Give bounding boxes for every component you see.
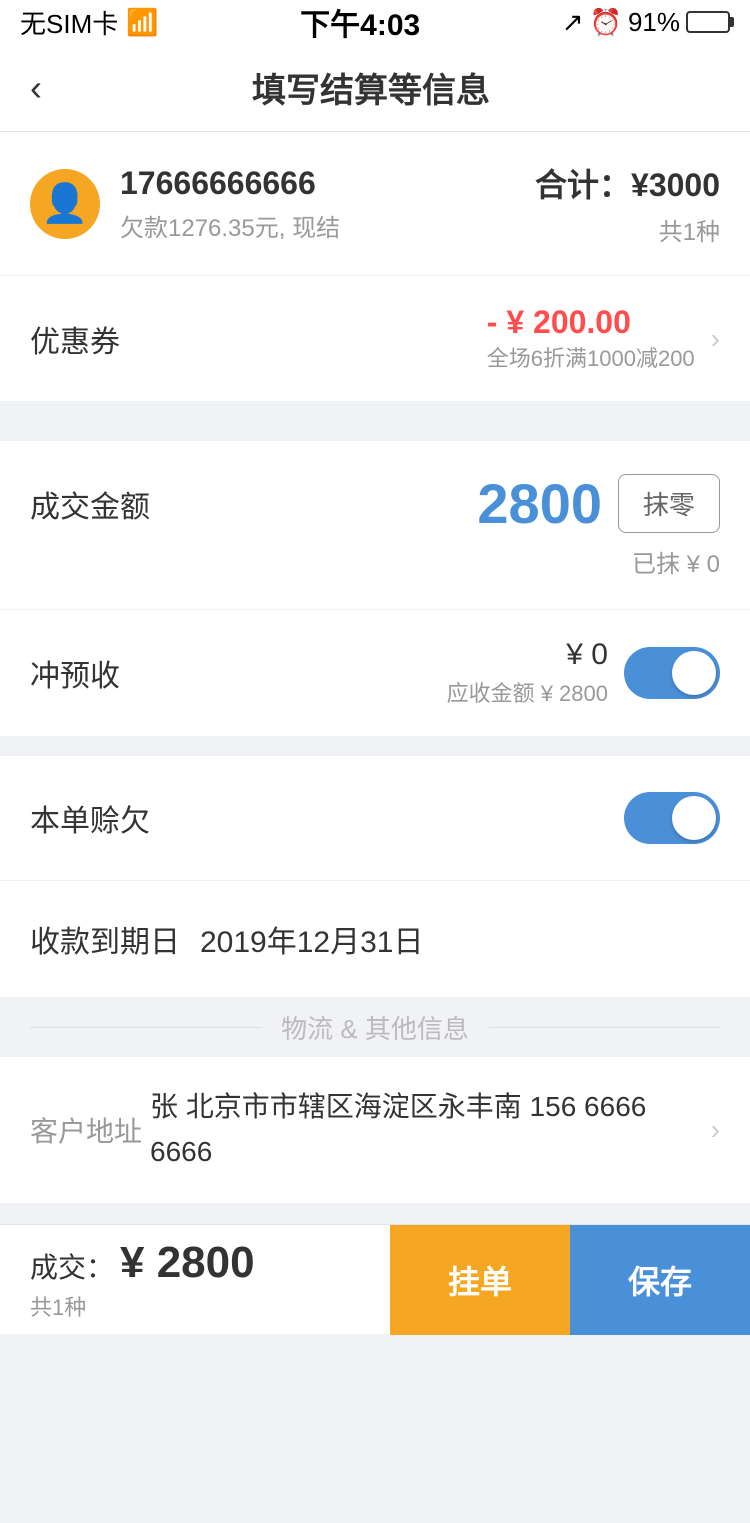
duedate-value: 2019年12月31日 <box>200 917 423 961</box>
logistics-text: 物流 & 其他信息 <box>261 1009 489 1046</box>
coupon-right: - ¥ 200.00 全场6折满1000减200 › <box>487 304 720 373</box>
prepay-toggle[interactable] <box>624 647 720 699</box>
customer-phone: 17666666666 <box>120 165 535 202</box>
wifi-icon: 📶 <box>126 7 158 38</box>
status-left: 无SIM卡 📶 <box>20 4 159 41</box>
section-divider-2 <box>0 736 750 756</box>
address-value: 张 北京市市辖区海淀区永丰南 156 6666 6666 <box>150 1085 701 1175</box>
location-icon: ↗ <box>562 7 584 38</box>
coupon-discount: - ¥ 200.00 <box>487 304 695 341</box>
round-button[interactable]: 抹零 <box>618 474 720 533</box>
amount-value: 2800 <box>477 471 602 536</box>
customer-card: 👤 17666666666 欠款1276.35元, 现结 合计：¥3000 共1… <box>0 132 750 401</box>
save-button[interactable]: 保存 <box>570 1225 750 1335</box>
status-bar: 无SIM卡 📶 下午4:03 ↗ ⏰ 91% <box>0 0 750 44</box>
nav-bar: ‹ 填写结算等信息 <box>0 44 750 132</box>
battery-icon <box>686 11 730 33</box>
total-amount: 合计：¥3000 <box>535 160 720 206</box>
prepay-section: 冲预收 ¥ 0 应收金额 ¥ 2800 <box>0 609 750 736</box>
prepay-amount: ¥ 0 <box>447 638 608 672</box>
amount-section: 成交金额 2800 抹零 已抹 ¥ 0 <box>0 441 750 609</box>
coupon-desc: 全场6折满1000减200 <box>487 341 695 373</box>
amount-right: 2800 抹零 <box>477 471 720 536</box>
bottom-count: 共1种 <box>30 1290 360 1322</box>
debt-toggle[interactable] <box>624 792 720 844</box>
logistics-divider: 物流 & 其他信息 <box>0 997 750 1057</box>
carrier-text: 无SIM卡 <box>20 4 118 41</box>
amount-label: 成交金额 <box>30 482 150 526</box>
alarm-icon: ⏰ <box>590 7 622 38</box>
prepay-label: 冲预收 <box>30 651 447 695</box>
debt-toggle-knob <box>672 796 716 840</box>
bottom-deal-amount: ¥ 2800 <box>120 1238 255 1288</box>
customer-info: 17666666666 欠款1276.35元, 现结 <box>120 165 535 243</box>
address-arrow-icon: › <box>711 1114 720 1146</box>
section-divider-1 <box>0 421 750 441</box>
debt-section: 本单赊欠 <box>0 756 750 880</box>
prepay-sub: 应收金额 ¥ 2800 <box>447 676 608 708</box>
avatar: 👤 <box>30 169 100 239</box>
hold-button[interactable]: 挂单 <box>390 1225 570 1335</box>
customer-total: 合计：¥3000 共1种 <box>535 160 720 247</box>
coupon-label: 优惠券 <box>30 317 487 361</box>
bottom-amount-row: 成交： ¥ 2800 <box>30 1238 360 1288</box>
page-title: 填写结算等信息 <box>62 63 680 112</box>
prepay-right: ¥ 0 应收金额 ¥ 2800 <box>447 638 720 708</box>
amount-row: 成交金额 2800 抹零 <box>30 471 720 536</box>
customer-sub: 欠款1276.35元, 现结 <box>120 208 535 243</box>
amount-sub: 已抹 ¥ 0 <box>30 544 720 579</box>
status-time: 下午4:03 <box>300 0 420 44</box>
toggle-knob <box>672 651 716 695</box>
bottom-bar: 成交： ¥ 2800 共1种 挂单 保存 <box>0 1224 750 1334</box>
address-label: 客户地址 <box>30 1110 150 1150</box>
address-section[interactable]: 客户地址 张 北京市市辖区海淀区永丰南 156 6666 6666 › <box>0 1057 750 1203</box>
avatar-icon: 👤 <box>41 182 88 226</box>
coupon-arrow-icon: › <box>711 323 720 355</box>
status-right: ↗ ⏰ 91% <box>562 7 730 38</box>
battery-percent: 91% <box>628 7 680 38</box>
coupon-row[interactable]: 优惠券 - ¥ 200.00 全场6折满1000减200 › <box>0 275 750 401</box>
duedate-section: 收款到期日 2019年12月31日 <box>0 880 750 997</box>
back-button[interactable]: ‹ <box>30 67 42 109</box>
total-count: 共1种 <box>535 212 720 247</box>
bottom-deal-label: 成交： <box>30 1246 114 1286</box>
prepay-amount-block: ¥ 0 应收金额 ¥ 2800 <box>447 638 608 708</box>
duedate-label: 收款到期日 <box>30 917 180 961</box>
bottom-summary: 成交： ¥ 2800 共1种 <box>0 1238 390 1322</box>
customer-row: 👤 17666666666 欠款1276.35元, 现结 合计：¥3000 共1… <box>0 132 750 275</box>
debt-label: 本单赊欠 <box>30 796 624 840</box>
